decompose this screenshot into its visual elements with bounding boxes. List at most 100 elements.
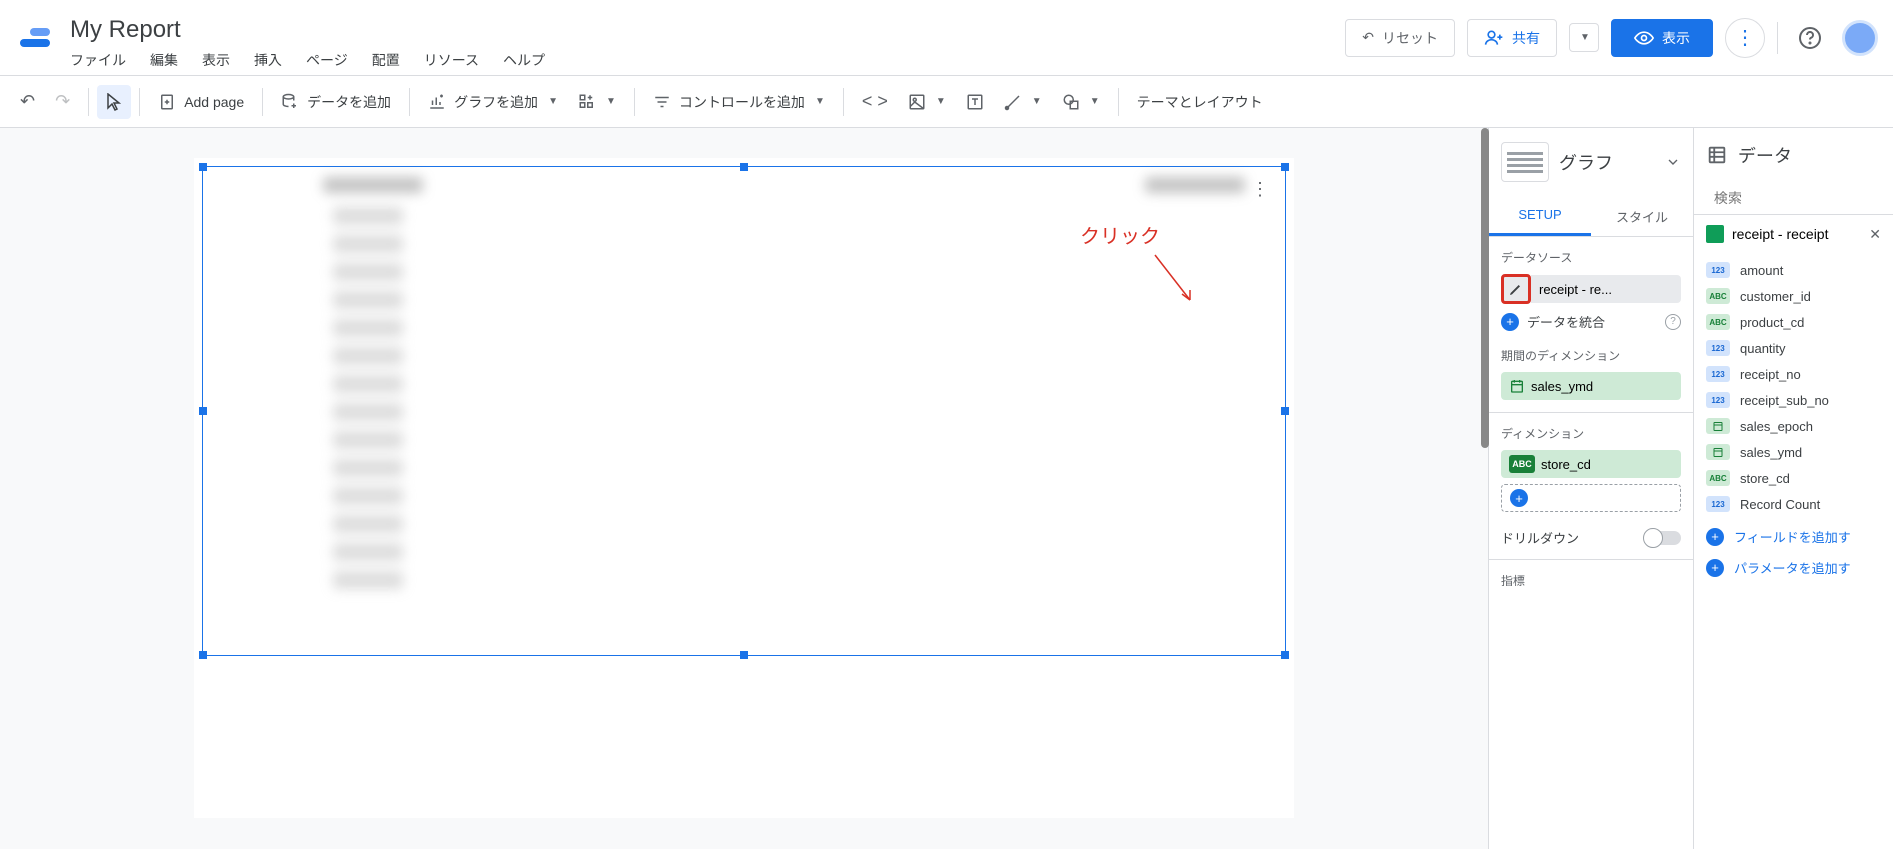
share-dropdown-button[interactable]: ▼ <box>1569 23 1599 52</box>
add-chart-label: グラフを追加 <box>454 92 538 112</box>
tab-setup[interactable]: SETUP <box>1489 197 1591 236</box>
community-viz-button[interactable]: ▼ <box>568 87 626 117</box>
field-type-badge: ABC <box>1706 288 1730 304</box>
undo-button[interactable]: ↶ <box>10 85 45 118</box>
data-source-item[interactable]: receipt - receipt ✕ <box>1694 215 1893 253</box>
dimension-field-name: store_cd <box>1541 457 1591 472</box>
blend-data-button[interactable]: + データを統合 ? <box>1501 312 1681 331</box>
dimension-field[interactable]: ABC store_cd <box>1501 450 1681 478</box>
chevron-down-icon: ▼ <box>936 96 946 107</box>
data-source-name: receipt - re... <box>1539 282 1612 297</box>
database-icon <box>1706 144 1728 166</box>
menu-file[interactable]: ファイル <box>70 50 126 70</box>
share-button[interactable]: 共有 <box>1467 19 1557 57</box>
data-panel-header: データ <box>1694 128 1893 182</box>
view-button[interactable]: 表示 <box>1611 19 1713 57</box>
view-label: 表示 <box>1662 28 1690 48</box>
help-icon[interactable]: ? <box>1665 314 1681 330</box>
pencil-icon <box>1508 281 1524 297</box>
report-title[interactable]: My Report <box>70 16 1345 44</box>
metric-section: 指標 <box>1489 560 1693 609</box>
add-parameter-button[interactable]: + パラメータを追加す <box>1694 552 1893 583</box>
embed-button[interactable]: < > <box>852 85 898 118</box>
more-options-button[interactable]: ⋮ <box>1725 18 1765 58</box>
field-item[interactable]: sales_epoch <box>1694 413 1893 439</box>
field-item[interactable]: 123quantity <box>1694 335 1893 361</box>
field-item[interactable]: ABCcustomer_id <box>1694 283 1893 309</box>
undo-icon: ↶ <box>1362 29 1374 46</box>
menu-help[interactable]: ヘルプ <box>503 50 545 70</box>
chart-more-button[interactable]: ⋮ <box>1251 179 1269 200</box>
field-name: receipt_sub_no <box>1740 393 1829 408</box>
date-dimension-field[interactable]: sales_ymd <box>1501 372 1681 400</box>
search-input[interactable] <box>1714 190 1893 206</box>
add-field-button[interactable]: + フィールドを追加す <box>1694 521 1893 552</box>
field-name: amount <box>1740 263 1783 278</box>
field-item[interactable]: 123Record Count <box>1694 491 1893 517</box>
add-page-button[interactable]: Add page <box>148 87 254 117</box>
image-button[interactable]: ▼ <box>898 87 956 117</box>
shape-icon <box>1062 93 1080 111</box>
chart-selector[interactable]: グラフ <box>1489 128 1693 197</box>
user-avatar[interactable] <box>1842 20 1878 56</box>
annotation-click-label: クリック <box>1080 220 1160 249</box>
tab-style[interactable]: スタイル <box>1591 197 1693 236</box>
text-button[interactable] <box>956 87 994 117</box>
add-data-button[interactable]: データを追加 <box>271 86 401 118</box>
field-type-badge: 123 <box>1706 340 1730 356</box>
reset-button[interactable]: ↶ リセット <box>1345 19 1455 57</box>
field-item[interactable]: 123amount <box>1694 257 1893 283</box>
abc-type-badge: ABC <box>1509 455 1535 473</box>
shape-button[interactable]: ▼ <box>1052 87 1110 117</box>
edit-data-source-button[interactable] <box>1501 274 1531 304</box>
field-name: sales_epoch <box>1740 419 1813 434</box>
field-item[interactable]: ABCproduct_cd <box>1694 309 1893 335</box>
data-search[interactable] <box>1694 182 1893 215</box>
setup-tabs: SETUP スタイル <box>1489 197 1693 237</box>
menu-page[interactable]: ページ <box>306 50 348 70</box>
line-button[interactable]: ▼ <box>994 87 1052 117</box>
field-item[interactable]: 123receipt_no <box>1694 361 1893 387</box>
theme-button[interactable]: テーマとレイアウト <box>1127 86 1273 118</box>
theme-label: テーマとレイアウト <box>1137 92 1263 112</box>
menu-resource[interactable]: リソース <box>424 50 479 70</box>
field-type-badge: 123 <box>1706 392 1730 408</box>
field-type-badge: ABC <box>1706 314 1730 330</box>
field-type-badge: 123 <box>1706 366 1730 382</box>
chart-type-label: グラフ <box>1559 149 1613 175</box>
field-item[interactable]: ABC store_cd <box>1694 465 1893 491</box>
field-name: Record Count <box>1740 497 1820 512</box>
add-field-label: フィールドを追加す <box>1734 527 1851 546</box>
app-header: My Report ファイル 編集 表示 挿入 ページ 配置 リソース ヘルプ … <box>0 0 1893 76</box>
add-param-label: パラメータを追加す <box>1734 558 1851 577</box>
select-tool-button[interactable] <box>97 85 131 119</box>
menu-view[interactable]: 表示 <box>202 50 230 70</box>
add-icon: + <box>1706 528 1724 546</box>
shapes-add-icon <box>578 93 596 111</box>
add-data-label: データを追加 <box>307 92 391 112</box>
menu-arrange[interactable]: 配置 <box>372 50 400 70</box>
field-name: store_cd <box>1740 471 1790 486</box>
code-icon: < > <box>862 91 888 112</box>
field-item[interactable]: sales_ymd <box>1694 439 1893 465</box>
setup-panel: グラフ SETUP スタイル データソース receipt - re... + … <box>1488 128 1693 849</box>
menu-edit[interactable]: 編集 <box>150 50 178 70</box>
report-canvas[interactable]: ⋮ <box>194 158 1294 818</box>
canvas-area[interactable]: ⋮ <box>0 128 1488 849</box>
redo-button[interactable]: ↷ <box>45 85 80 118</box>
data-source-chip[interactable]: receipt - re... <box>1531 275 1681 303</box>
scrollbar[interactable] <box>1481 128 1489 448</box>
add-control-button[interactable]: コントロールを追加 ▼ <box>643 86 835 118</box>
add-dimension-button[interactable]: + <box>1501 484 1681 512</box>
chevron-down-icon: ▼ <box>1032 96 1042 107</box>
field-type-badge: ABC <box>1706 470 1730 486</box>
help-button[interactable] <box>1790 18 1830 58</box>
close-icon[interactable]: ✕ <box>1869 226 1881 243</box>
database-add-icon <box>281 93 299 111</box>
menu-insert[interactable]: 挿入 <box>254 50 282 70</box>
chevron-down-icon: ▼ <box>548 96 558 107</box>
dimension-label: ディメンション <box>1501 425 1681 442</box>
add-chart-button[interactable]: グラフを追加 ▼ <box>418 86 568 118</box>
field-item[interactable]: 123 receipt_sub_no <box>1694 387 1893 413</box>
drill-down-toggle[interactable] <box>1645 531 1681 545</box>
